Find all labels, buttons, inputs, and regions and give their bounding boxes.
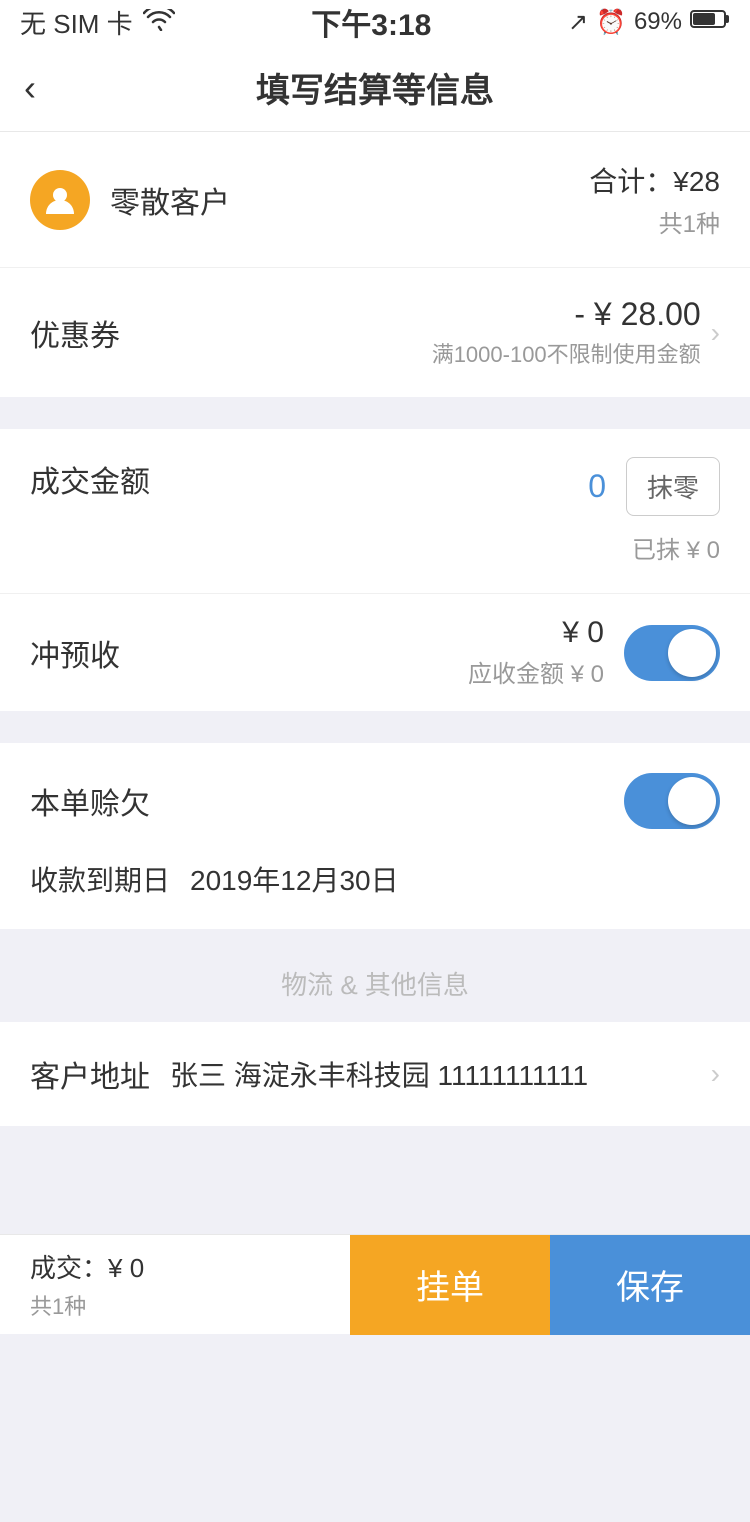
bottom-bar: 成交：¥ 0 共1种 挂单 保存 bbox=[0, 1234, 750, 1334]
debt-section: 本单赊欠 收款到期日 2019年12月30日 bbox=[0, 743, 750, 929]
debt-toggle-knob bbox=[668, 777, 716, 825]
avatar bbox=[30, 170, 90, 230]
advance-row: 冲预收 ¥ 0 应收金额 ¥ 0 bbox=[0, 593, 750, 711]
bottom-info: 成交：¥ 0 共1种 bbox=[0, 1248, 350, 1321]
customer-left: 零散客户 bbox=[30, 170, 230, 230]
deal-right: 0 抹零 bbox=[588, 457, 720, 516]
status-left: 无 SIM 卡 bbox=[20, 4, 175, 41]
coupon-right: - ¥ 28.00 满1000-100不限制使用金额 › bbox=[432, 296, 720, 369]
direction-icon: ↗ bbox=[568, 8, 588, 37]
deal-section: 成交金额 0 抹零 已抹 ¥ 0 冲预收 ¥ 0 应收金额 ¥ 0 bbox=[0, 429, 750, 711]
deal-sub-text: 已抹 ¥ 0 bbox=[632, 530, 720, 565]
status-right: ↗ ⏰ 69% bbox=[568, 8, 730, 37]
save-button[interactable]: 保存 bbox=[550, 1235, 750, 1335]
alarm-icon: ⏰ bbox=[596, 8, 626, 37]
back-button[interactable]: ‹ bbox=[24, 67, 36, 109]
chevron-right-icon: › bbox=[711, 317, 720, 349]
address-label: 客户地址 bbox=[30, 1052, 150, 1096]
advance-toggle[interactable] bbox=[624, 625, 720, 681]
page-title: 填写结算等信息 bbox=[256, 63, 494, 112]
customer-name: 零散客户 bbox=[110, 178, 230, 222]
customer-section: 零散客户 合计：¥28 共1种 优惠券 - ¥ 28.00 满1000-100不… bbox=[0, 132, 750, 397]
status-bar: 无 SIM 卡 下午3:18 ↗ ⏰ 69% bbox=[0, 0, 750, 44]
address-value: 张三 海淀永丰科技园 11111111111 bbox=[170, 1054, 701, 1094]
due-date-value: 2019年12月30日 bbox=[190, 859, 399, 899]
advance-label: 冲预收 bbox=[30, 631, 120, 675]
section-divider-2 bbox=[0, 727, 750, 743]
address-chevron-icon: › bbox=[711, 1058, 720, 1090]
customer-total-area: 合计：¥28 共1种 bbox=[589, 160, 720, 239]
bottom-deal-label: 成交： bbox=[30, 1253, 108, 1283]
debt-label: 本单赊欠 bbox=[30, 779, 150, 823]
customer-total: 合计：¥28 bbox=[589, 160, 720, 200]
due-date-label: 收款到期日 bbox=[30, 859, 170, 899]
address-row[interactable]: 客户地址 张三 海淀永丰科技园 11111111111 › bbox=[0, 1022, 750, 1126]
advance-amount: ¥ 0 bbox=[468, 616, 604, 650]
deal-label: 成交金额 bbox=[30, 457, 150, 501]
battery-icon bbox=[690, 8, 730, 36]
customer-row: 零散客户 合计：¥28 共1种 bbox=[0, 132, 750, 267]
deal-amount: 0 bbox=[588, 468, 606, 505]
hang-button[interactable]: 挂单 bbox=[350, 1235, 550, 1335]
debt-row: 本单赊欠 bbox=[0, 743, 750, 859]
battery-text: 69% bbox=[634, 8, 682, 36]
bottom-deal-row: 成交：¥ 0 bbox=[30, 1248, 320, 1285]
deal-row: 成交金额 0 抹零 已抹 ¥ 0 bbox=[0, 429, 750, 593]
section-divider-3 bbox=[0, 929, 750, 945]
round-zero-button[interactable]: 抹零 bbox=[626, 457, 720, 516]
toggle-knob bbox=[668, 629, 716, 677]
section-divider-1 bbox=[0, 413, 750, 429]
bottom-count: 共1种 bbox=[30, 1289, 320, 1321]
sim-text: 无 SIM 卡 bbox=[20, 4, 133, 41]
nav-bar: ‹ 填写结算等信息 bbox=[0, 44, 750, 132]
logistics-header: 物流 & 其他信息 bbox=[0, 945, 750, 1022]
debt-toggle[interactable] bbox=[624, 773, 720, 829]
advance-right: ¥ 0 应收金额 ¥ 0 bbox=[468, 616, 720, 689]
advance-receivable: 应收金额 ¥ 0 bbox=[468, 654, 604, 689]
advance-amounts: ¥ 0 应收金额 ¥ 0 bbox=[468, 616, 604, 689]
address-section: 客户地址 张三 海淀永丰科技园 11111111111 › bbox=[0, 1022, 750, 1126]
customer-count: 共1种 bbox=[589, 204, 720, 239]
due-date-row: 收款到期日 2019年12月30日 bbox=[0, 859, 750, 929]
coupon-label: 优惠券 bbox=[30, 311, 120, 355]
logistics-title: 物流 & 其他信息 bbox=[281, 970, 469, 1000]
bottom-deal-amount: ¥ 0 bbox=[108, 1253, 144, 1283]
coupon-discount: - ¥ 28.00 bbox=[432, 296, 701, 333]
coupon-description: 满1000-100不限制使用金额 bbox=[432, 337, 701, 369]
coupon-row[interactable]: 优惠券 - ¥ 28.00 满1000-100不限制使用金额 › bbox=[0, 267, 750, 397]
coupon-text: - ¥ 28.00 满1000-100不限制使用金额 bbox=[432, 296, 701, 369]
wifi-icon bbox=[143, 7, 175, 38]
status-time: 下午3:18 bbox=[311, 0, 431, 44]
